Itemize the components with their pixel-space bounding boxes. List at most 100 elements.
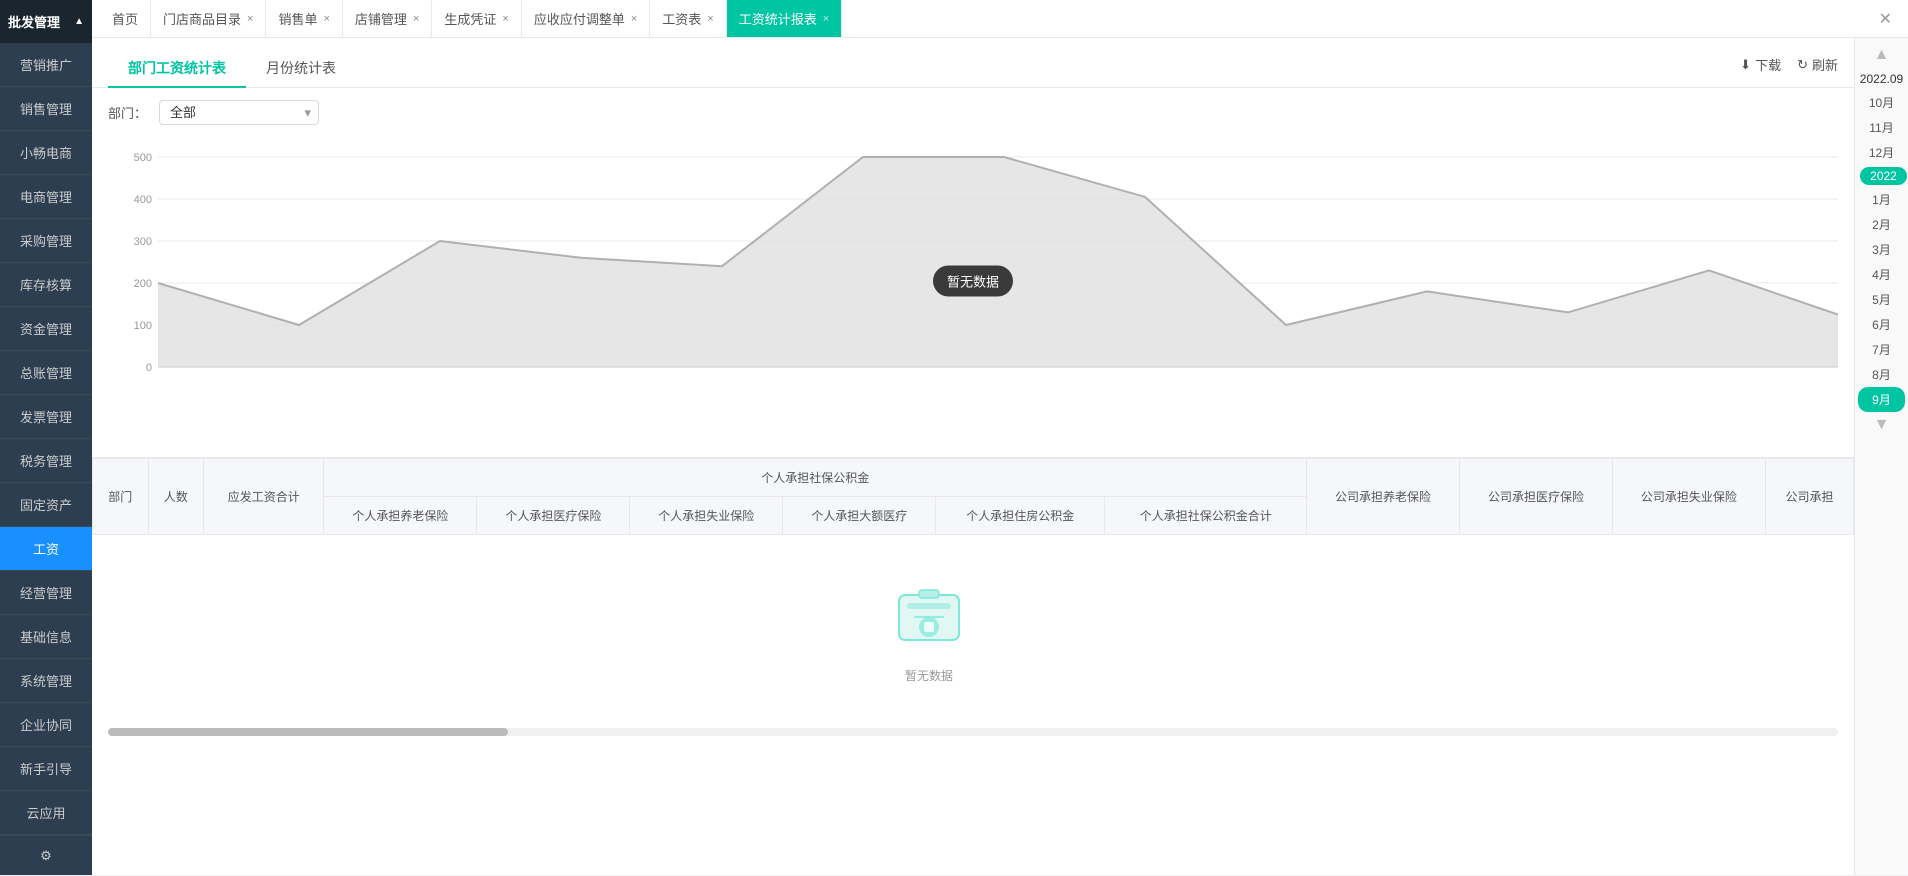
- svg-text:500: 500: [134, 152, 152, 164]
- svg-text:100: 100: [134, 320, 152, 332]
- sidebar-item-营销推广[interactable]: 营销推广: [0, 43, 92, 87]
- sidebar-title: 批发管理: [8, 12, 60, 31]
- tab-0[interactable]: 首页: [100, 0, 151, 38]
- sidebar-item-工资[interactable]: 工资: [0, 527, 92, 571]
- tab-4[interactable]: 生成凭证×: [432, 0, 521, 38]
- tab-3[interactable]: 店铺管理×: [343, 0, 432, 38]
- content-area: 部门工资统计表 月份统计表 ⬇ 下载 ↻ 刷新 部门：: [92, 38, 1908, 875]
- sidebar-item-发票管理[interactable]: 发票管理: [0, 395, 92, 439]
- empty-row: 暂无数据: [93, 535, 1854, 725]
- svg-text:200: 200: [134, 278, 152, 290]
- sidebar-item-总账管理[interactable]: 总账管理: [0, 351, 92, 395]
- sidebar-item-基础信息[interactable]: 基础信息: [0, 615, 92, 659]
- timeline-item-0[interactable]: 2022.09: [1858, 68, 1905, 90]
- tab-close-3[interactable]: ×: [413, 13, 419, 25]
- empty-icon: [889, 575, 969, 655]
- download-label: 下载: [1755, 55, 1781, 74]
- tab-dept-stats[interactable]: 部门工资统计表: [108, 50, 246, 88]
- timeline-item-8[interactable]: 4月: [1858, 262, 1905, 287]
- tab-close-5[interactable]: ×: [631, 13, 637, 25]
- svg-text:400: 400: [134, 194, 152, 206]
- data-table: 部门 人数 应发工资合计 个人承担社保公积金 公司承担养老保险 公司承担医疗保险…: [92, 458, 1854, 724]
- tab-close-7[interactable]: ×: [823, 13, 829, 25]
- sidebar-item-税务管理[interactable]: 税务管理: [0, 439, 92, 483]
- sidebar-item-库存核算[interactable]: 库存核算: [0, 263, 92, 307]
- sub-tabs-actions: ⬇ 下载 ↻ 刷新: [1740, 55, 1838, 82]
- sidebar-item-小畅电商[interactable]: 小畅电商: [0, 131, 92, 175]
- col-people: 人数: [148, 459, 204, 535]
- dept-select-wrapper: 全部销售部财务部采购部运营部: [159, 100, 319, 125]
- refresh-button[interactable]: ↻ 刷新: [1797, 55, 1838, 74]
- tab-1[interactable]: 门店商品目录×: [151, 0, 266, 38]
- tab-5[interactable]: 应收应付调整单×: [522, 0, 650, 38]
- timeline-item-1[interactable]: 10月: [1858, 90, 1905, 115]
- tab-close-6[interactable]: ×: [707, 13, 713, 25]
- sidebar-item-采购管理[interactable]: 采购管理: [0, 219, 92, 263]
- close-all-icon[interactable]: ✕: [1879, 9, 1892, 29]
- tab-bar-close[interactable]: ✕: [1871, 9, 1900, 29]
- timeline-item-10[interactable]: 6月: [1858, 312, 1905, 337]
- dept-filter-label: 部门：: [108, 103, 147, 122]
- sidebar-item-电商管理[interactable]: 电商管理: [0, 175, 92, 219]
- sidebar-item-固定资产[interactable]: 固定资产: [0, 483, 92, 527]
- col-personal-total: 个人承担社保公积金合计: [1105, 497, 1307, 535]
- sidebar: 批发管理 ▲ 营销推广销售管理小畅电商电商管理采购管理库存核算资金管理总账管理发…: [0, 0, 92, 875]
- download-button[interactable]: ⬇ 下载: [1740, 55, 1781, 74]
- timeline-item-12[interactable]: 8月: [1858, 362, 1905, 387]
- timeline-item-9[interactable]: 5月: [1858, 287, 1905, 312]
- page-content: 部门工资统计表 月份统计表 ⬇ 下载 ↻ 刷新 部门：: [92, 38, 1854, 875]
- sidebar-settings[interactable]: ⚙: [0, 835, 92, 876]
- tab-7[interactable]: 工资统计报表×: [727, 0, 842, 38]
- sub-tabs-left: 部门工资统计表 月份统计表: [108, 50, 356, 87]
- sidebar-item-经营管理[interactable]: 经营管理: [0, 571, 92, 615]
- main-area: 首页门店商品目录×销售单×店铺管理×生成凭证×应收应付调整单×工资表×工资统计报…: [92, 0, 1908, 875]
- col-personal-medical: 个人承担医疗保险: [477, 497, 630, 535]
- sidebar-item-新手引导[interactable]: 新手引导: [0, 747, 92, 791]
- empty-state: 暂无数据: [93, 535, 1766, 724]
- col-personal-large-medical: 个人承担大额医疗: [783, 497, 936, 535]
- timeline-item-11[interactable]: 7月: [1858, 337, 1905, 362]
- timeline-nav-down[interactable]: ▼: [1870, 412, 1894, 438]
- refresh-label: 刷新: [1812, 55, 1838, 74]
- table-scroll-thumb[interactable]: [108, 728, 508, 736]
- sidebar-header[interactable]: 批发管理 ▲: [0, 0, 92, 43]
- sidebar-item-系统管理[interactable]: 系统管理: [0, 659, 92, 703]
- col-dept: 部门: [93, 459, 149, 535]
- timeline-item-13[interactable]: 9月: [1858, 387, 1905, 412]
- table-scrollbar[interactable]: [108, 728, 1838, 736]
- dept-select[interactable]: 全部销售部财务部采购部运营部: [159, 100, 319, 125]
- tab-2[interactable]: 销售单×: [266, 0, 342, 38]
- col-personal-housing: 个人承担住房公积金: [936, 497, 1105, 535]
- tab-close-4[interactable]: ×: [502, 13, 508, 25]
- col-company-unemploy: 公司承担失业保险: [1612, 459, 1765, 535]
- timeline-item-5[interactable]: 1月: [1858, 187, 1905, 212]
- timeline-item-3[interactable]: 12月: [1858, 140, 1905, 165]
- svg-text:300: 300: [134, 236, 152, 248]
- sub-tabs-bar: 部门工资统计表 月份统计表 ⬇ 下载 ↻ 刷新: [92, 38, 1854, 88]
- settings-icon: ⚙: [40, 848, 52, 863]
- col-group-personal-social: 个人承担社保公积金: [324, 459, 1307, 497]
- chart-area: 0100200300400500 暂无数据: [92, 137, 1854, 457]
- sidebar-item-资金管理[interactable]: 资金管理: [0, 307, 92, 351]
- tab-close-1[interactable]: ×: [247, 13, 253, 25]
- empty-text: 暂无数据: [905, 667, 953, 684]
- col-company-pension: 公司承担养老保险: [1307, 459, 1460, 535]
- tab-bar: 首页门店商品目录×销售单×店铺管理×生成凭证×应收应付调整单×工资表×工资统计报…: [92, 0, 1908, 38]
- table-container: 部门 人数 应发工资合计 个人承担社保公积金 公司承担养老保险 公司承担医疗保险…: [92, 457, 1854, 724]
- sidebar-item-云应用[interactable]: 云应用: [0, 791, 92, 835]
- timeline-item-2[interactable]: 11月: [1858, 115, 1905, 140]
- sidebar-item-企业协同[interactable]: 企业协同: [0, 703, 92, 747]
- col-company-other: 公司承担: [1765, 459, 1853, 535]
- timeline-item-6[interactable]: 2月: [1858, 212, 1905, 237]
- col-company-medical: 公司承担医疗保险: [1460, 459, 1613, 535]
- col-total-salary: 应发工资合计: [204, 459, 324, 535]
- timeline-item-7[interactable]: 3月: [1858, 237, 1905, 262]
- refresh-icon: ↻: [1797, 57, 1808, 73]
- timeline-nav-up[interactable]: ▲: [1870, 42, 1894, 68]
- col-personal-unemploy: 个人承担失业保险: [630, 497, 783, 535]
- tab-6[interactable]: 工资表×: [650, 0, 726, 38]
- sidebar-item-销售管理[interactable]: 销售管理: [0, 87, 92, 131]
- tab-month-stats[interactable]: 月份统计表: [246, 50, 356, 88]
- timeline-item-4[interactable]: 2022: [1860, 167, 1907, 185]
- tab-close-2[interactable]: ×: [323, 13, 329, 25]
